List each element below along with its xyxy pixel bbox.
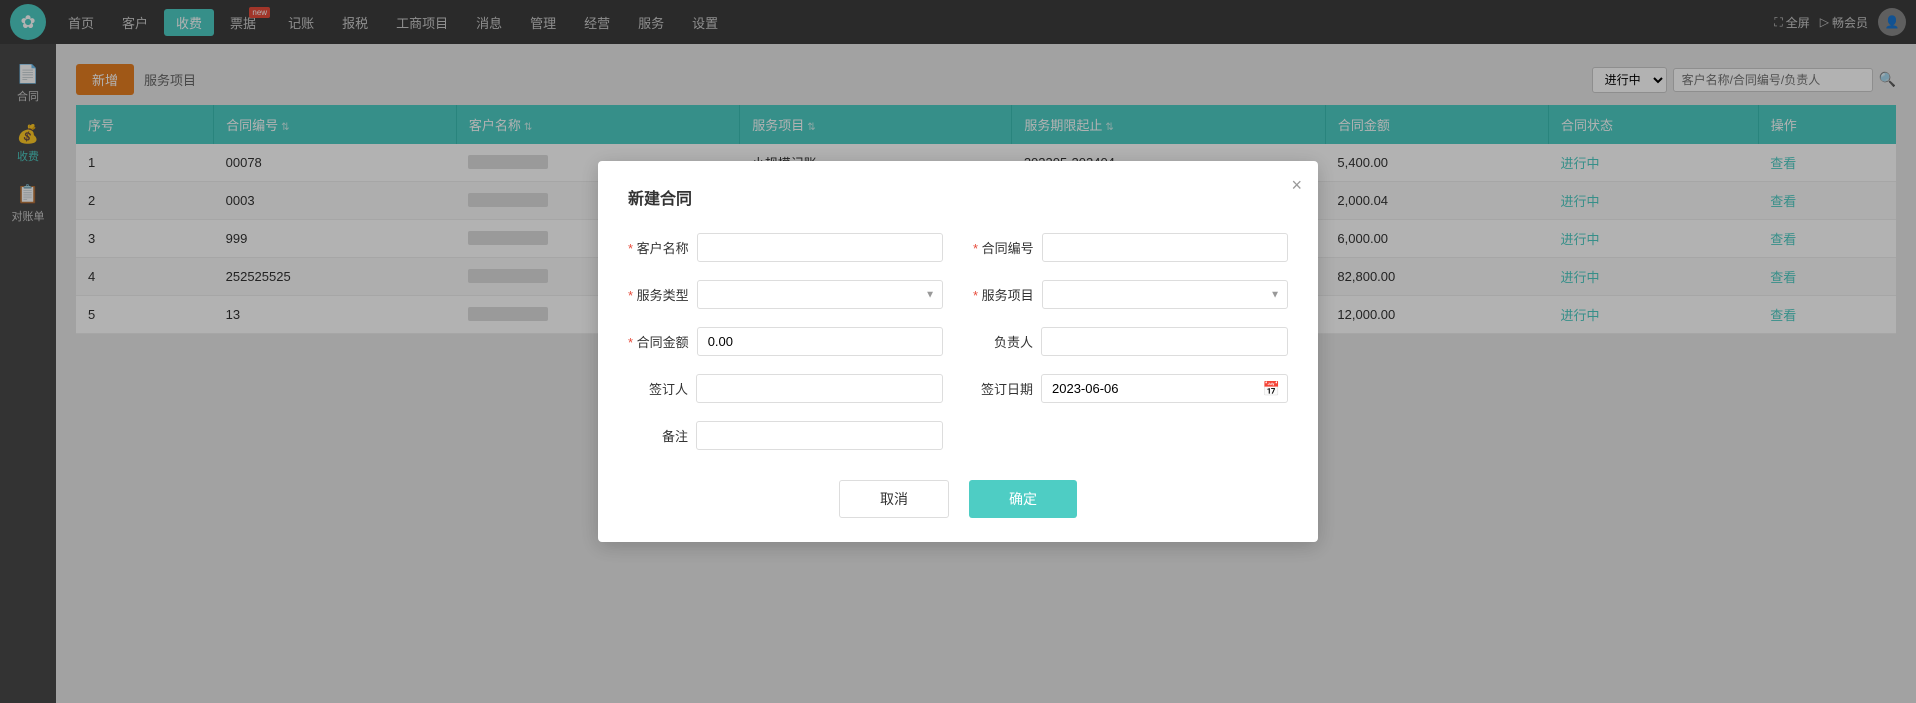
form-group-contract-no: 合同编号	[973, 233, 1288, 262]
form-group-notes-spacer	[973, 421, 1288, 450]
customer-name-input[interactable]	[697, 233, 943, 262]
form-group-signer: 签订人	[628, 374, 943, 403]
service-item-select[interactable]	[1042, 280, 1288, 309]
form-group-service-item: 服务项目	[973, 280, 1288, 309]
sign-date-input[interactable]	[1041, 374, 1288, 403]
form-group-sign-date: 签订日期 📅	[973, 374, 1288, 403]
form-row-5: 备注	[628, 421, 1288, 450]
service-type-select[interactable]	[697, 280, 943, 309]
service-item-select-wrapper	[1042, 280, 1288, 309]
notes-label: 备注	[628, 426, 688, 445]
form-group-service-type: 服务类型	[628, 280, 943, 309]
service-type-select-wrapper	[697, 280, 943, 309]
calendar-icon: 📅	[1263, 380, 1280, 397]
contract-no-label: 合同编号	[973, 238, 1034, 257]
sign-date-wrapper: 📅	[1041, 374, 1288, 403]
responsible-input[interactable]	[1041, 327, 1288, 356]
form-group-amount: 合同金额	[628, 327, 943, 356]
service-type-label: 服务类型	[628, 285, 689, 304]
signer-input[interactable]	[696, 374, 943, 403]
confirm-button[interactable]: 确定	[969, 480, 1077, 518]
contract-amount-input[interactable]	[697, 327, 943, 356]
modal-overlay: 新建合同 × 客户名称 合同编号 服务类型	[0, 0, 1916, 703]
form-group-notes: 备注	[628, 421, 943, 450]
signer-label: 签订人	[628, 379, 688, 398]
form-row-1: 客户名称 合同编号	[628, 233, 1288, 262]
modal-footer: 取消 确定	[628, 480, 1288, 518]
form-row-4: 签订人 签订日期 📅	[628, 374, 1288, 403]
new-contract-modal: 新建合同 × 客户名称 合同编号 服务类型	[598, 161, 1318, 542]
contract-no-input[interactable]	[1042, 233, 1288, 262]
customer-name-label: 客户名称	[628, 238, 689, 257]
form-group-responsible: 负责人	[973, 327, 1288, 356]
notes-input[interactable]	[696, 421, 943, 450]
form-row-3: 合同金额 负责人	[628, 327, 1288, 356]
contract-amount-label: 合同金额	[628, 332, 689, 351]
responsible-label: 负责人	[973, 332, 1033, 351]
modal-close-button[interactable]: ×	[1291, 175, 1302, 196]
sign-date-label: 签订日期	[973, 379, 1033, 398]
form-group-customer: 客户名称	[628, 233, 943, 262]
cancel-button[interactable]: 取消	[839, 480, 949, 518]
service-item-label: 服务项目	[973, 285, 1034, 304]
modal-title: 新建合同	[628, 185, 1288, 209]
form-row-2: 服务类型 服务项目	[628, 280, 1288, 309]
